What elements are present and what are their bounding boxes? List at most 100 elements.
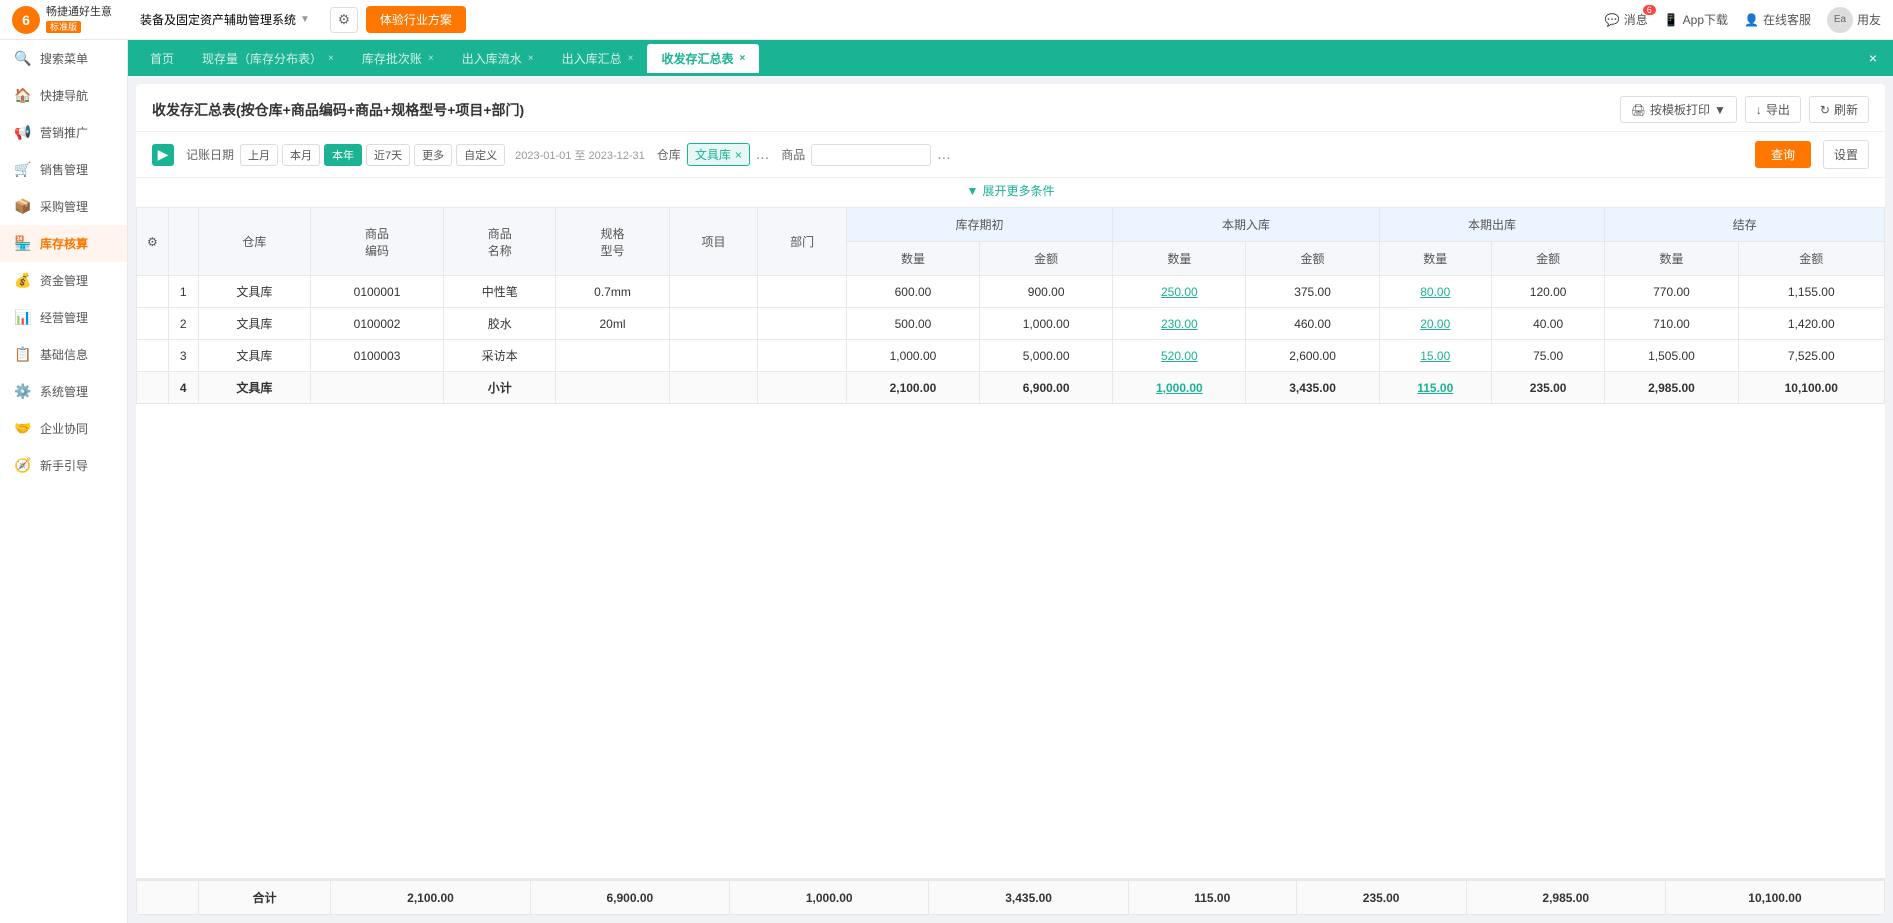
col-project-header: 项目 — [669, 208, 758, 276]
tab-close-stock-distribution[interactable]: × — [328, 53, 334, 64]
col-settings-header[interactable]: ⚙ — [137, 208, 169, 276]
cell-in-qty[interactable]: 520.00 — [1113, 340, 1246, 372]
in-qty-link[interactable]: 520.00 — [1161, 349, 1198, 363]
cell-settings — [137, 372, 169, 404]
cell-open-qty: 500.00 — [846, 308, 979, 340]
cell-out-amt: 235.00 — [1491, 372, 1605, 404]
cell-in-qty[interactable]: 250.00 — [1113, 276, 1246, 308]
filter-toggle-button[interactable]: ▶ — [152, 144, 174, 166]
out-qty-link[interactable]: 15.00 — [1420, 349, 1450, 363]
date-btn-last-month[interactable]: 上月 — [240, 144, 278, 166]
date-btn-custom[interactable]: 自定义 — [456, 144, 505, 166]
tab-receipt-summary[interactable]: 收发存汇总表 × — [647, 44, 759, 73]
col-open-qty-header: 数量 — [846, 242, 979, 276]
system-title-area[interactable]: 装备及固定资产辅助管理系统 ▼ — [140, 11, 310, 28]
tab-in-out-summary[interactable]: 出入库汇总 × — [548, 44, 648, 73]
cell-out-qty[interactable]: 80.00 — [1379, 276, 1491, 308]
tab-close-in-out-flow[interactable]: × — [528, 53, 534, 64]
in-qty-link[interactable]: 230.00 — [1161, 317, 1198, 331]
refresh-button[interactable]: ↻ 刷新 — [1809, 96, 1869, 123]
tab-close-receipt-summary[interactable]: × — [739, 53, 745, 64]
sidebar-item-quick-nav[interactable]: 🏠 快捷导航 — [0, 77, 127, 114]
col-open-amt-header: 金额 — [980, 242, 1113, 276]
warehouse-filter-dots[interactable]: ... — [756, 146, 769, 164]
date-filter-group: 记账日期 上月 本月 本年 近7天 更多 自定义 2023-01-01 至 20… — [186, 144, 645, 166]
table-row: 4 文具库 小计 2,100.00 6,900.00 1,000.00 3,43… — [137, 372, 1885, 404]
export-button[interactable]: ↓ 导出 — [1745, 96, 1801, 123]
sidebar-item-finance[interactable]: 💰 资金管理 — [0, 262, 127, 299]
table-row: 1 文具库 0100001 中性笔 0.7mm 600.00 900.00 25… — [137, 276, 1885, 308]
tab-batch-ledger[interactable]: 库存批次账 × — [348, 44, 448, 73]
col-bal-qty-header: 数量 — [1605, 242, 1738, 276]
sidebar-item-collaboration[interactable]: 🤝 企业协同 — [0, 410, 127, 447]
cell-out-qty[interactable]: 115.00 — [1379, 372, 1491, 404]
experience-button[interactable]: 体验行业方案 — [366, 6, 466, 33]
col-opening-header: 库存期初 — [846, 208, 1112, 242]
app-download-item[interactable]: 📱 App下载 — [1664, 11, 1728, 28]
print-button[interactable]: 🖨 按模板打印 ▼ — [1620, 96, 1737, 123]
sidebar-item-guide[interactable]: 🧭 新手引导 — [0, 447, 127, 484]
tab-stock-distribution[interactable]: 现存量（库存分布表） × — [188, 44, 348, 73]
cell-goods-name: 胶水 — [444, 308, 556, 340]
user-item[interactable]: Ea 用友 — [1827, 7, 1881, 33]
tab-home[interactable]: 首页 — [136, 44, 188, 73]
goods-filter-label: 商品 — [781, 146, 805, 163]
sidebar-item-sales[interactable]: 🛒 销售管理 — [0, 151, 127, 188]
cell-in-qty[interactable]: 230.00 — [1113, 308, 1246, 340]
date-btn-more[interactable]: 更多 — [414, 144, 452, 166]
table-footer: 合计 2,100.00 6,900.00 1,000.00 3,435.00 1… — [136, 878, 1885, 915]
gear-button[interactable]: ⚙ — [330, 7, 358, 33]
system-title: 装备及固定资产辅助管理系统 — [140, 11, 296, 28]
col-balance-header: 结存 — [1605, 208, 1885, 242]
cell-out-qty[interactable]: 20.00 — [1379, 308, 1491, 340]
tab-bar-close[interactable]: × — [1861, 50, 1885, 66]
sidebar-item-operations[interactable]: 📊 经营管理 — [0, 299, 127, 336]
date-btn-this-year[interactable]: 本年 — [324, 144, 362, 166]
cell-bal-amt: 10,100.00 — [1738, 372, 1884, 404]
page-body: 收发存汇总表(按仓库+商品编码+商品+规格型号+项目+部门) 🖨 按模板打印 ▼… — [128, 76, 1893, 923]
warehouse-filter-group: 仓库 文具库 × ... — [657, 143, 769, 166]
warehouse-tag[interactable]: 文具库 × — [687, 143, 750, 166]
sidebar-item-inventory[interactable]: 🏪 库存核算 — [0, 225, 127, 262]
cell-goods-code: 0100001 — [310, 276, 443, 308]
cell-in-qty[interactable]: 1,000.00 — [1113, 372, 1246, 404]
tab-close-in-out-summary[interactable]: × — [628, 53, 634, 64]
sidebar-item-system[interactable]: ⚙️ 系统管理 — [0, 373, 127, 410]
col-dept-header: 部门 — [758, 208, 847, 276]
sidebar-item-basic-info[interactable]: 📋 基础信息 — [0, 336, 127, 373]
filter-bar: ▶ 记账日期 上月 本月 本年 近7天 更多 自定义 2023-01-01 至 … — [136, 132, 1885, 178]
settings-button[interactable]: 设置 — [1823, 140, 1869, 169]
notifications-item[interactable]: 💬 消息 6 — [1605, 11, 1648, 28]
cell-open-qty: 1,000.00 — [846, 340, 979, 372]
out-qty-link[interactable]: 80.00 — [1420, 285, 1450, 299]
cell-out-qty[interactable]: 15.00 — [1379, 340, 1491, 372]
app-download-icon: 📱 — [1664, 13, 1679, 27]
tab-in-out-flow[interactable]: 出入库流水 × — [448, 44, 548, 73]
date-btn-this-month[interactable]: 本月 — [282, 144, 320, 166]
cell-open-amt: 6,900.00 — [980, 372, 1113, 404]
out-qty-link[interactable]: 20.00 — [1420, 317, 1450, 331]
sidebar-item-purchase[interactable]: 📦 采购管理 — [0, 188, 127, 225]
warehouse-tag-close[interactable]: × — [735, 148, 742, 162]
in-qty-link[interactable]: 1,000.00 — [1156, 381, 1203, 395]
goods-filter-input[interactable] — [811, 144, 931, 166]
cell-in-amt: 460.00 — [1246, 308, 1379, 340]
col-out-header: 本期出库 — [1379, 208, 1605, 242]
tab-bar: 首页 现存量（库存分布表） × 库存批次账 × 出入库流水 × 出入库汇总 × … — [128, 40, 1893, 76]
query-button[interactable]: 查询 — [1755, 141, 1811, 168]
out-qty-link[interactable]: 115.00 — [1417, 381, 1453, 395]
in-qty-link[interactable]: 250.00 — [1161, 285, 1198, 299]
cell-goods-spec: 20ml — [556, 308, 669, 340]
sidebar-item-search[interactable]: 🔍 搜索菜单 — [0, 40, 127, 77]
goods-filter-dots[interactable]: ... — [937, 146, 950, 164]
cell-project — [669, 308, 758, 340]
cell-goods-code — [310, 372, 443, 404]
expand-conditions-button[interactable]: ▼ 展开更多条件 — [967, 182, 1055, 199]
cell-open-amt: 1,000.00 — [980, 308, 1113, 340]
tab-close-batch-ledger[interactable]: × — [428, 53, 434, 64]
cell-warehouse: 文具库 — [198, 340, 310, 372]
sidebar-item-marketing[interactable]: 📢 营销推广 — [0, 114, 127, 151]
user-avatar: Ea — [1827, 7, 1853, 33]
date-btn-7days[interactable]: 近7天 — [366, 144, 410, 166]
online-service-item[interactable]: 👤 在线客服 — [1744, 11, 1811, 28]
